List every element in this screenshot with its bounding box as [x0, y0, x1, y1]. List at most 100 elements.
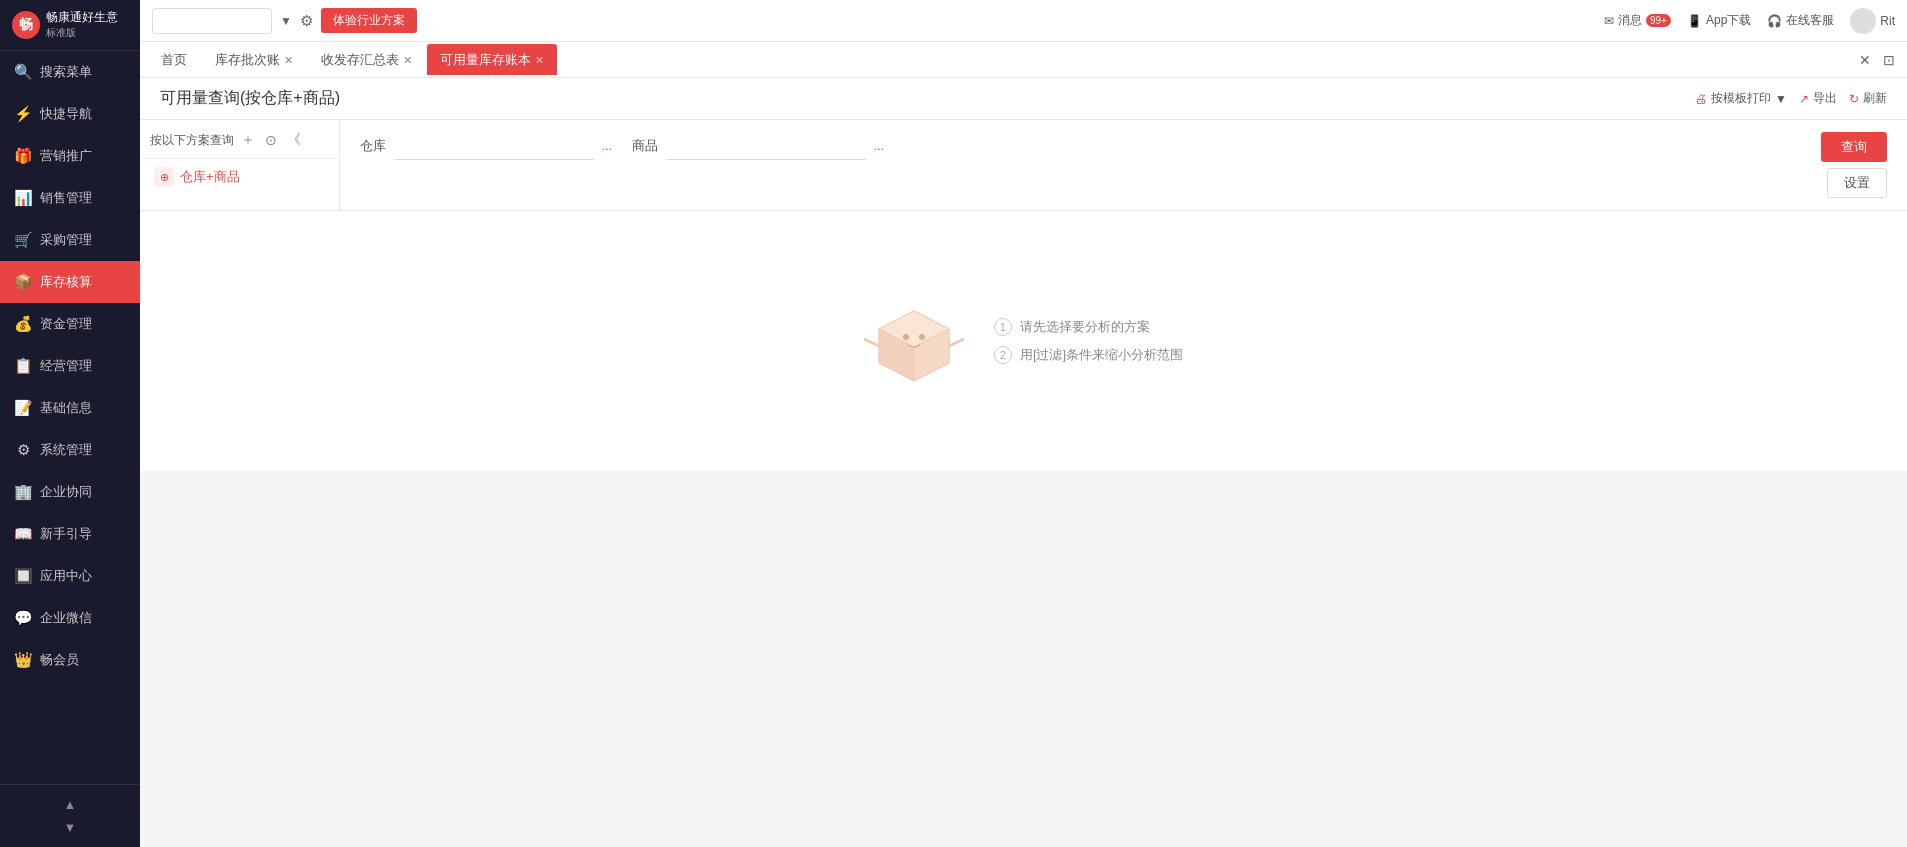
- apps-icon: 🔲: [14, 567, 32, 585]
- tab-batch-close[interactable]: ✕: [284, 54, 293, 67]
- refresh-label: 刷新: [1863, 90, 1887, 107]
- topbar-gear-button[interactable]: ⚙: [300, 12, 313, 30]
- app-download-icon: 📱: [1687, 14, 1702, 28]
- tab-available-label: 可用量库存账本: [440, 51, 531, 69]
- sidebar-item-search[interactable]: 🔍 搜索菜单: [0, 51, 140, 93]
- sidebar-item-label: 销售管理: [40, 189, 92, 207]
- topbar-dropdown-button[interactable]: ▼: [280, 14, 292, 28]
- query-button[interactable]: 查询: [1821, 132, 1887, 162]
- marketing-icon: 🎁: [14, 147, 32, 165]
- sidebar-logo: 畅 畅康通好生意 标准版: [0, 0, 140, 51]
- warehouse-filter-field: 仓库 ...: [360, 132, 612, 160]
- sidebar-item-label: 经营管理: [40, 357, 92, 375]
- sidebar-item-enterprise[interactable]: 🏢 企业协同: [0, 471, 140, 513]
- sidebar-item-system[interactable]: ⚙ 系统管理: [0, 429, 140, 471]
- sidebar-item-marketing[interactable]: 🎁 营销推广: [0, 135, 140, 177]
- sidebar-scroll-up[interactable]: ▲: [0, 793, 140, 816]
- export-icon: ↗: [1799, 92, 1809, 106]
- tab-home[interactable]: 首页: [148, 44, 200, 75]
- sidebar-item-finance[interactable]: 💰 资金管理: [0, 303, 140, 345]
- svg-point-5: [919, 334, 925, 340]
- page-actions: 🖨 按模板打印 ▼ ↗ 导出 ↻ 刷新: [1695, 90, 1887, 107]
- sidebar-bottom: ▲ ▼: [0, 784, 140, 847]
- svg-point-4: [903, 334, 909, 340]
- content-area: 可用量查询(按仓库+商品) 🖨 按模板打印 ▼ ↗ 导出 ↻ 刷新: [140, 78, 1907, 847]
- close-window-button[interactable]: ✕: [1855, 50, 1875, 70]
- sidebar-item-purchase[interactable]: 🛒 采购管理: [0, 219, 140, 261]
- page-header: 可用量查询(按仓库+商品) 🖨 按模板打印 ▼ ↗ 导出 ↻ 刷新: [140, 78, 1907, 120]
- sidebar-item-vip[interactable]: 👑 畅会员: [0, 639, 140, 681]
- query-scheme-panel: 按以下方案查询 ＋ ⊙ 《 ⊕ 仓库+商品: [140, 120, 340, 210]
- refresh-button[interactable]: ↻ 刷新: [1849, 90, 1887, 107]
- scheme-item-warehouse-goods[interactable]: ⊕ 仓库+商品: [140, 159, 339, 195]
- collapse-scheme-button[interactable]: 《: [284, 130, 304, 150]
- sidebar-item-shortcut[interactable]: ⚡ 快捷导航: [0, 93, 140, 135]
- online-service-button[interactable]: 🎧 在线客服: [1767, 12, 1834, 29]
- tab-available[interactable]: 可用量库存账本 ✕: [427, 44, 557, 75]
- goods-more-button[interactable]: ...: [874, 139, 884, 153]
- basic-icon: 📝: [14, 399, 32, 417]
- tab-summary-close[interactable]: ✕: [403, 54, 412, 67]
- logo-text-group: 畅康通好生意 标准版: [46, 10, 118, 40]
- tab-available-close[interactable]: ✕: [535, 54, 544, 67]
- topbar-right: ✉ 消息 99+ 📱 App下载 🎧 在线客服 Rit: [1604, 8, 1895, 34]
- warehouse-more-button[interactable]: ...: [602, 139, 612, 153]
- sidebar-item-basic[interactable]: 📝 基础信息: [0, 387, 140, 429]
- scheme-item-icon: ⊕: [154, 167, 174, 187]
- warehouse-input[interactable]: [394, 132, 594, 160]
- sidebar: 畅 畅康通好生意 标准版 🔍 搜索菜单 ⚡ 快捷导航 🎁 营销推广 📊 销售管理…: [0, 0, 140, 847]
- refresh-icon: ↻: [1849, 92, 1859, 106]
- empty-state-content: 1 请先选择要分析的方案 2 用[过滤]条件来缩小分析范围: [864, 291, 1183, 391]
- sidebar-item-label: 营销推广: [40, 147, 92, 165]
- empty-illustration: [864, 291, 964, 391]
- app-download-label: App下载: [1706, 12, 1751, 29]
- svg-line-7: [949, 339, 964, 346]
- tip-text-2: 用[过滤]条件来缩小分析范围: [1020, 346, 1183, 364]
- enterprise-icon: 🏢: [14, 483, 32, 501]
- sidebar-item-label: 搜索菜单: [40, 63, 92, 81]
- app-download-button[interactable]: 📱 App下载: [1687, 12, 1751, 29]
- message-button[interactable]: ✉ 消息 99+: [1604, 12, 1671, 29]
- sidebar-item-label: 畅会员: [40, 651, 79, 669]
- print-button[interactable]: 🖨 按模板打印 ▼: [1695, 90, 1787, 107]
- sidebar-item-newbie[interactable]: 📖 新手引导: [0, 513, 140, 555]
- avatar: [1850, 8, 1876, 34]
- sidebar-item-label: 新手引导: [40, 525, 92, 543]
- sidebar-item-sales[interactable]: 📊 销售管理: [0, 177, 140, 219]
- edit-scheme-button[interactable]: ⊙: [262, 131, 280, 149]
- sidebar-item-operations[interactable]: 📋 经营管理: [0, 345, 140, 387]
- user-profile[interactable]: Rit: [1850, 8, 1895, 34]
- logo-name: 畅康通好生意: [46, 10, 118, 26]
- tab-summary-label: 收发存汇总表: [321, 51, 399, 69]
- sidebar-item-label: 应用中心: [40, 567, 92, 585]
- tab-batch[interactable]: 库存批次账 ✕: [202, 44, 306, 75]
- service-icon: 🎧: [1767, 14, 1782, 28]
- page-title: 可用量查询(按仓库+商品): [160, 88, 340, 109]
- message-icon: ✉: [1604, 14, 1614, 28]
- settings-button[interactable]: 设置: [1827, 168, 1887, 198]
- tab-bar: 首页 库存批次账 ✕ 收发存汇总表 ✕ 可用量库存账本 ✕ ✕ ⊡: [140, 42, 1907, 78]
- export-button[interactable]: ↗ 导出: [1799, 90, 1837, 107]
- sidebar-item-label: 企业协同: [40, 483, 92, 501]
- shortcut-icon: ⚡: [14, 105, 32, 123]
- sidebar-item-apps[interactable]: 🔲 应用中心: [0, 555, 140, 597]
- warehouse-filter-label: 仓库: [360, 137, 386, 155]
- topbar: ▼ ⚙ 体验行业方案 ✉ 消息 99+ 📱 App下载 🎧 在线客服 Rit: [140, 0, 1907, 42]
- search-input[interactable]: [152, 8, 272, 34]
- goods-input[interactable]: [666, 132, 866, 160]
- tip-number-2: 2: [994, 346, 1012, 364]
- sidebar-scroll-down[interactable]: ▼: [0, 816, 140, 839]
- scheme-item-label: 仓库+商品: [180, 168, 240, 186]
- main-area: ▼ ⚙ 体验行业方案 ✉ 消息 99+ 📱 App下载 🎧 在线客服 Rit: [140, 0, 1907, 847]
- trial-button[interactable]: 体验行业方案: [321, 8, 417, 33]
- add-scheme-button[interactable]: ＋: [238, 130, 258, 150]
- print-dropdown-icon: ▼: [1775, 92, 1787, 106]
- logo-icon: 畅: [12, 11, 40, 39]
- system-icon: ⚙: [14, 441, 32, 459]
- inventory-icon: 📦: [14, 273, 32, 291]
- maximize-window-button[interactable]: ⊡: [1879, 50, 1899, 70]
- tab-summary[interactable]: 收发存汇总表 ✕: [308, 44, 425, 75]
- sidebar-item-wechat[interactable]: 💬 企业微信: [0, 597, 140, 639]
- empty-tip-2: 2 用[过滤]条件来缩小分析范围: [994, 346, 1183, 364]
- sidebar-item-inventory[interactable]: 📦 库存核算: [0, 261, 140, 303]
